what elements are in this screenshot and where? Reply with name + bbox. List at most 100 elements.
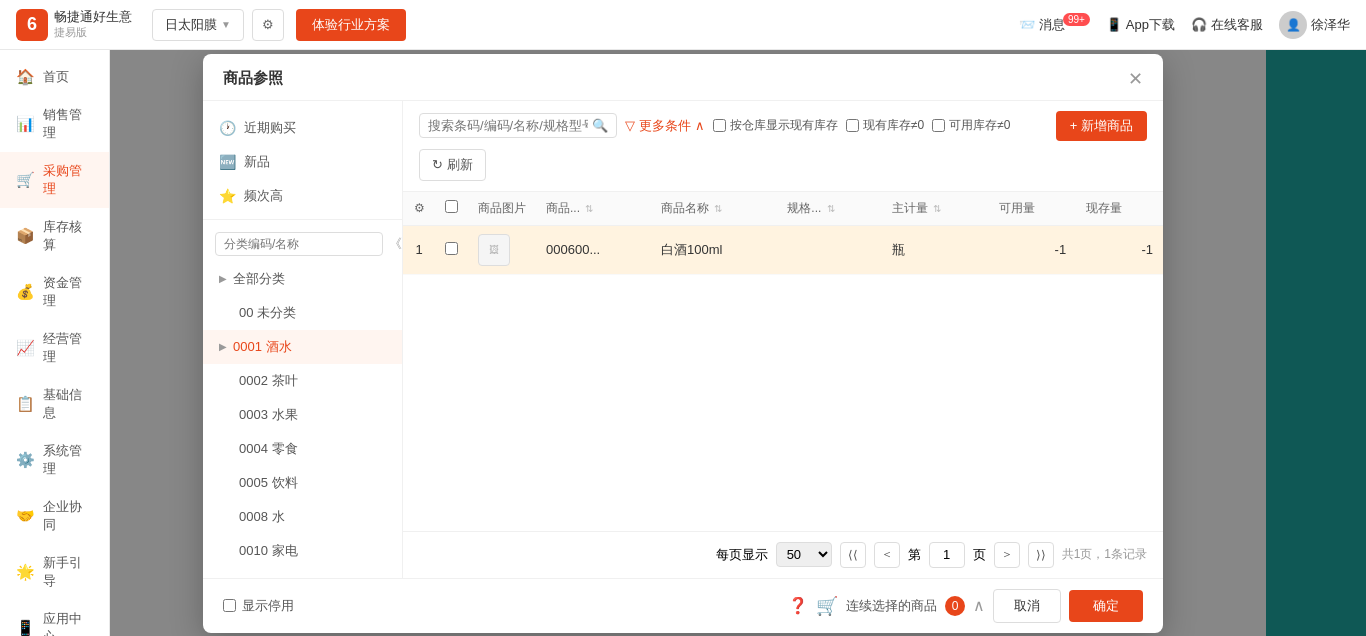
modal-close-button[interactable]: ✕ — [1128, 68, 1143, 90]
sidebar-item-sales[interactable]: 📊 销售管理 — [0, 96, 109, 152]
table-body: 1 🖼 000600... 白酒100ml — [403, 225, 1163, 274]
sidebar-item-apps[interactable]: 📱 应用中心 — [0, 600, 109, 636]
page-size-select[interactable]: 50 20 100 — [776, 542, 832, 567]
checkbox-warehouse-input[interactable] — [713, 119, 726, 132]
cat-item-00[interactable]: 00 未分类 — [203, 296, 402, 330]
sidebar-label-home: 首页 — [43, 68, 69, 86]
checkbox-warehouse[interactable]: 按仓库显示现有库存 — [713, 117, 838, 134]
row-checkbox[interactable] — [445, 242, 458, 255]
product-table: ⚙ 商品图片 商品... ⇅ — [403, 192, 1163, 275]
checkbox-avail-nonzero-input[interactable] — [932, 119, 945, 132]
cat-item-0002[interactable]: 0002 茶叶 — [203, 364, 402, 398]
td-img: 🖼 — [468, 225, 536, 274]
sidebar-label-basic: 基础信息 — [43, 386, 93, 422]
page-next-button[interactable]: ＞ — [994, 542, 1020, 568]
sidebar-item-home[interactable]: 🏠 首页 — [0, 58, 109, 96]
headset-icon: 🎧 — [1191, 17, 1207, 32]
right-panel: 🔍 ▽ 更多条件 ∧ 按仓库显示现有库存 — [403, 101, 1163, 578]
cat-label-0004: 0004 零食 — [239, 440, 298, 458]
table-row[interactable]: 1 🖼 000600... 白酒100ml — [403, 225, 1163, 274]
cat-label-0001: 0001 酒水 — [233, 338, 292, 356]
th-unit[interactable]: 主计量 ⇅ — [882, 192, 990, 226]
sidebar-label-inventory: 库存核算 — [43, 218, 93, 254]
left-panel: 🕐 近期购买 🆕 新品 ⭐ 频次高 — [203, 101, 403, 578]
cancel-button[interactable]: 取消 — [993, 589, 1061, 623]
sidebar-item-guide[interactable]: 🌟 新手引导 — [0, 544, 109, 600]
th-spec[interactable]: 规格... ⇅ — [777, 192, 881, 226]
cat-item-all[interactable]: ▶ 全部分类 — [203, 262, 402, 296]
business-icon: 📈 — [16, 339, 35, 357]
message-btn[interactable]: 📨 消息 99+ — [1019, 16, 1090, 34]
quick-label-recent: 近期购买 — [244, 119, 296, 137]
guide-icon: 🌟 — [16, 563, 35, 581]
sort-code-icon: ⇅ — [585, 203, 593, 214]
page-total-label: 共1页，1条记录 — [1062, 546, 1147, 563]
logo-icon: 6 — [16, 9, 48, 41]
refresh-button[interactable]: ↻ 刷新 — [419, 149, 486, 181]
user-area[interactable]: 👤 徐泽华 — [1279, 11, 1350, 39]
product-modal: 商品参照 ✕ 🕐 近期购买 🆕 新品 — [203, 54, 1163, 633]
th-code[interactable]: 商品... ⇅ — [536, 192, 651, 226]
sidebar-item-basic[interactable]: 📋 基础信息 — [0, 376, 109, 432]
checkbox-stock-nonzero-label: 现有库存≠0 — [863, 117, 924, 134]
basic-icon: 📋 — [16, 395, 35, 413]
app-download-btn[interactable]: 📱 App下载 — [1106, 16, 1175, 34]
service-btn[interactable]: 🎧 在线客服 — [1191, 16, 1263, 34]
sidebar-label-business: 经营管理 — [43, 330, 93, 366]
cart-icon: 🛒 — [816, 595, 838, 617]
th-name[interactable]: 商品名称 ⇅ — [651, 192, 777, 226]
show-disabled-checkbox[interactable]: 显示停用 — [223, 597, 294, 615]
table-header: ⚙ 商品图片 商品... ⇅ — [403, 192, 1163, 226]
brand-name: 畅捷通好生意 — [54, 9, 132, 25]
store-selector[interactable]: 日太阳膜 ▼ — [152, 9, 244, 41]
gear-button[interactable]: ⚙ — [252, 9, 284, 41]
confirm-button[interactable]: 确定 — [1069, 590, 1143, 622]
cat-item-0010[interactable]: 0010 家电 — [203, 534, 402, 568]
quick-item-recent[interactable]: 🕐 近期购买 — [203, 111, 402, 145]
checkbox-avail-nonzero[interactable]: 可用库存≠0 — [932, 117, 1010, 134]
logo-area: 6 畅捷通好生意 捷易版 — [16, 9, 132, 41]
select-all-checkbox[interactable] — [445, 200, 458, 213]
filter-button[interactable]: ▽ 更多条件 ∧ — [625, 117, 705, 135]
cat-item-0001[interactable]: ▶ 0001 酒水 — [203, 330, 402, 364]
cat-item-0003[interactable]: 0003 水果 — [203, 398, 402, 432]
page-input[interactable] — [929, 542, 965, 568]
quick-label-freq: 频次高 — [244, 187, 283, 205]
modal-body: 🕐 近期购买 🆕 新品 ⭐ 频次高 — [203, 101, 1163, 578]
sort-spec-icon: ⇅ — [827, 203, 835, 214]
sidebar-item-purchase[interactable]: 🛒 采购管理 — [0, 152, 109, 208]
th-settings: ⚙ — [403, 192, 435, 226]
cat-label-0008: 0008 水 — [239, 508, 285, 526]
checkbox-stock-nonzero-input[interactable] — [846, 119, 859, 132]
sidebar-item-corp[interactable]: 🤝 企业协同 — [0, 488, 109, 544]
category-search-input[interactable] — [215, 232, 383, 256]
cat-item-0004[interactable]: 0004 零食 — [203, 432, 402, 466]
exp-button[interactable]: 体验行业方案 — [296, 9, 406, 41]
sidebar-item-system[interactable]: ⚙️ 系统管理 — [0, 432, 109, 488]
page-last-button[interactable]: ⟩⟩ — [1028, 542, 1054, 568]
checkbox-stock-nonzero[interactable]: 现有库存≠0 — [846, 117, 924, 134]
cat-item-0005[interactable]: 0005 饮料 — [203, 466, 402, 500]
add-product-button[interactable]: + 新增商品 — [1056, 111, 1147, 141]
search-icon[interactable]: 🔍 — [592, 118, 608, 133]
quick-item-freq[interactable]: ⭐ 频次高 — [203, 179, 402, 213]
help-icon[interactable]: ❓ — [788, 596, 808, 615]
product-search-input[interactable] — [428, 118, 588, 133]
sidebar-item-inventory[interactable]: 📦 库存核算 — [0, 208, 109, 264]
page-prev-button[interactable]: ＜ — [874, 542, 900, 568]
collapse-cart-icon[interactable]: ∧ — [973, 596, 985, 615]
search-box: 🔍 — [419, 113, 617, 138]
th-avail: 可用量 — [989, 192, 1076, 226]
cat-label-0002: 0002 茶叶 — [239, 372, 298, 390]
inventory-icon: 📦 — [16, 227, 35, 245]
cat-label-00: 00 未分类 — [239, 304, 296, 322]
sidebar-item-finance[interactable]: 💰 资金管理 — [0, 264, 109, 320]
show-disabled-input[interactable] — [223, 599, 236, 612]
collapse-btn[interactable]: 《 — [389, 234, 402, 254]
cat-item-0008[interactable]: 0008 水 — [203, 500, 402, 534]
quick-item-new[interactable]: 🆕 新品 — [203, 145, 402, 179]
sidebar-item-business[interactable]: 📈 经营管理 — [0, 320, 109, 376]
page-first-button[interactable]: ⟨⟨ — [840, 542, 866, 568]
sidebar: 🏠 首页 📊 销售管理 🛒 采购管理 📦 库存核算 💰 资金管理 📈 经营管理 … — [0, 50, 110, 636]
td-check[interactable] — [435, 225, 468, 274]
